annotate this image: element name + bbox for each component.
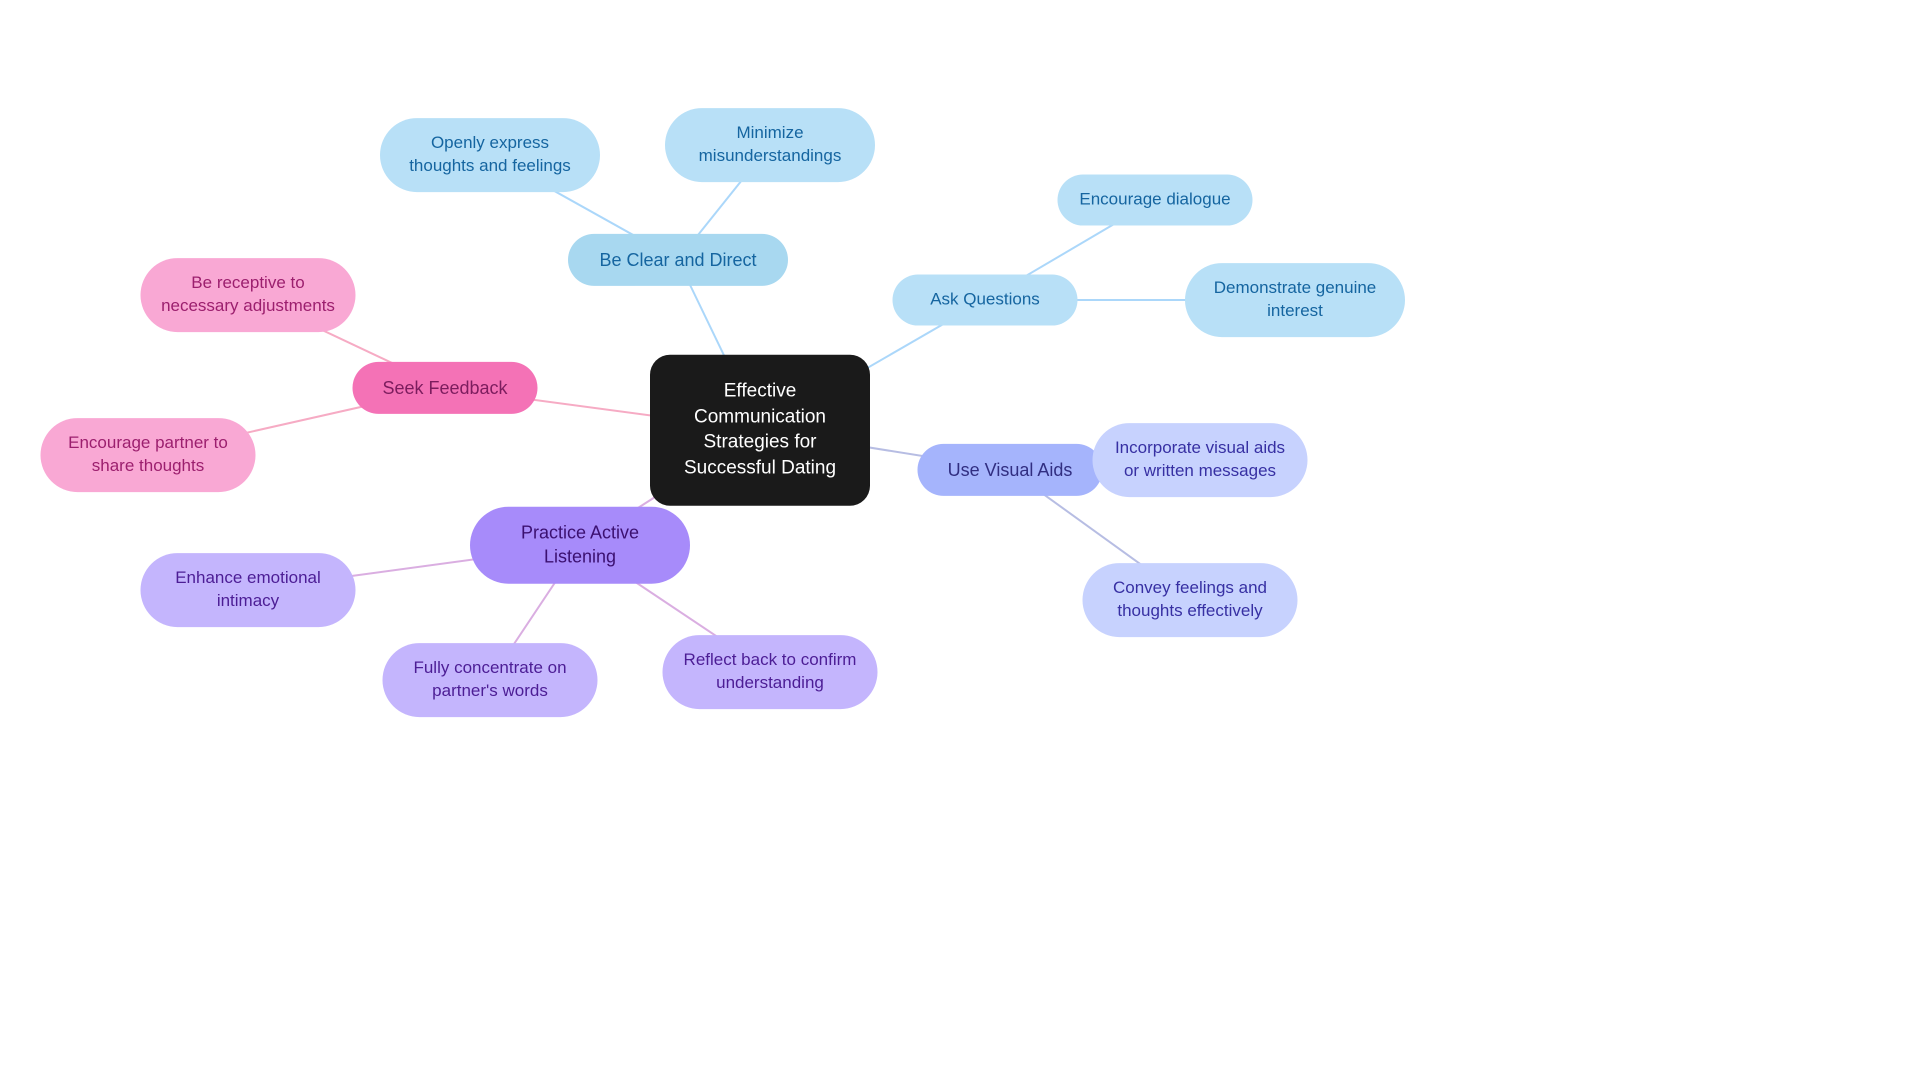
mindmap-node-encourage-partner: Encourage partner to share thoughts xyxy=(41,418,256,492)
mindmap-node-minimize: Minimize misunderstandings xyxy=(665,108,875,182)
mindmap-node-openly-express: Openly express thoughts and feelings xyxy=(380,118,600,192)
connections-svg xyxy=(0,0,1920,1083)
mindmap-node-ask-questions: Ask Questions xyxy=(893,275,1078,326)
mindmap-node-demonstrate-interest: Demonstrate genuine interest xyxy=(1185,263,1405,337)
mindmap-node-use-visual: Use Visual Aids xyxy=(918,444,1103,496)
mindmap-node-convey-feelings: Convey feelings and thoughts effectively xyxy=(1083,563,1298,637)
mindmap-container: Effective Communication Strategies for S… xyxy=(0,0,1920,1083)
mindmap-node-reflect-back: Reflect back to confirm understanding xyxy=(663,635,878,709)
mindmap-node-center: Effective Communication Strategies for S… xyxy=(650,355,870,506)
mindmap-node-enhance-emotional: Enhance emotional intimacy xyxy=(141,553,356,627)
mindmap-node-incorporate-visual: Incorporate visual aids or written messa… xyxy=(1093,423,1308,497)
mindmap-node-be-clear: Be Clear and Direct xyxy=(568,234,788,286)
mindmap-node-fully-concentrate: Fully concentrate on partner's words xyxy=(383,643,598,717)
mindmap-node-practice-listening: Practice Active Listening xyxy=(470,507,690,584)
mindmap-node-be-receptive: Be receptive to necessary adjustments xyxy=(141,258,356,332)
mindmap-node-encourage-dialogue: Encourage dialogue xyxy=(1058,175,1253,226)
mindmap-node-seek-feedback: Seek Feedback xyxy=(353,362,538,414)
